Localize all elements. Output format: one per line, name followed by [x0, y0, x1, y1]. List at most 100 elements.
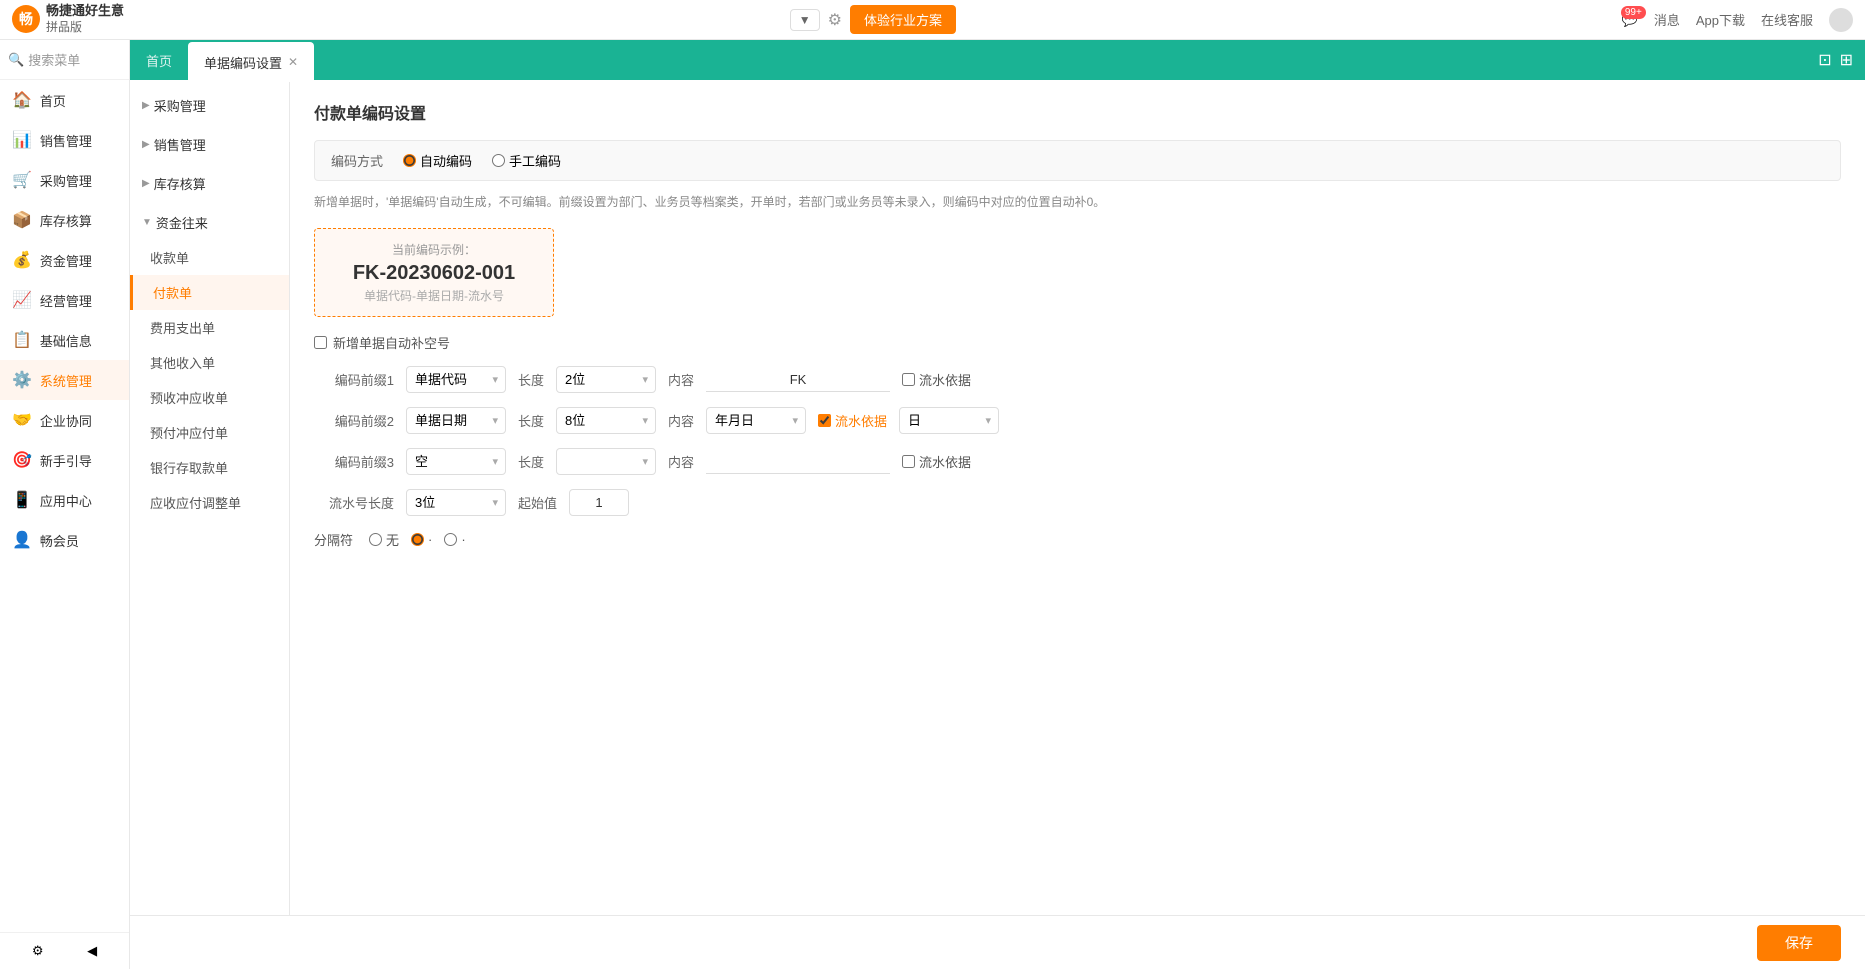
save-button[interactable]: 保存: [1757, 925, 1841, 961]
separator-none-option[interactable]: 无: [369, 530, 399, 549]
sub-sidebar-item-other-income[interactable]: 其他收入单: [130, 345, 289, 380]
prefix-3-stream-checkbox[interactable]: [902, 455, 915, 468]
sub-sidebar-group-funds-title[interactable]: ▼ 资金往来: [130, 205, 289, 240]
sub-sidebar-item-adjust[interactable]: 应收应付调整单: [130, 485, 289, 520]
serial-length-select[interactable]: 3位: [406, 489, 506, 516]
tab-close-icon[interactable]: ✕: [288, 55, 298, 69]
prefix-3-select[interactable]: 空: [406, 448, 506, 475]
prefix-2-label: 编码前缀2: [314, 411, 394, 430]
auto-fill-label: 新增单据自动补空号: [333, 333, 450, 352]
prefix-row-2: 编码前缀2 单据日期 长度 8位 内容: [314, 407, 1841, 434]
prefix-1-length-wrap: 2位: [556, 366, 656, 393]
serial-row: 流水号长度 3位 起始值: [314, 489, 1841, 516]
prefix-1-label: 编码前缀1: [314, 370, 394, 389]
sidebar-item-apps[interactable]: 📱 应用中心: [0, 480, 129, 520]
prefix-3-length-select[interactable]: [556, 448, 656, 475]
tab-home[interactable]: 首页: [130, 40, 188, 80]
arrow-down-icon: ▼: [142, 217, 152, 228]
prefix-3-stream-check[interactable]: 流水依据: [902, 452, 971, 471]
app-download[interactable]: App下载: [1696, 10, 1745, 29]
prefix-2-stream-check[interactable]: 流水依据: [818, 411, 887, 430]
operations-icon: 📈: [12, 290, 32, 310]
sub-sidebar-item-payment[interactable]: 付款单: [130, 275, 289, 310]
form-content: 付款单编码设置 编码方式 自动编码 手工编码 新增单据时，'单据编码'自动生成，…: [290, 80, 1865, 915]
separator-none-radio[interactable]: [369, 533, 382, 546]
prefix-3-content-input[interactable]: [706, 450, 890, 474]
prefix-1-stream-checkbox[interactable]: [902, 373, 915, 386]
sub-sidebar-item-receipt[interactable]: 收款单: [130, 240, 289, 275]
serial-start-input[interactable]: [569, 489, 629, 516]
sub-sidebar-item-pre-payment[interactable]: 预付冲应付单: [130, 415, 289, 450]
prefix-2-stream-checkbox[interactable]: [818, 414, 831, 427]
sidebar-item-inventory[interactable]: 📦 库存核算: [0, 200, 129, 240]
system-icon: ⚙️: [12, 370, 32, 390]
sidebar-item-basic-info[interactable]: 📋 基础信息: [0, 320, 129, 360]
dropdown-button[interactable]: ▼: [790, 9, 820, 31]
prefix-2-select[interactable]: 单据日期: [406, 407, 506, 434]
separator-dot-radio[interactable]: [411, 533, 424, 546]
code-preview-label: 当前编码示例：: [335, 241, 533, 258]
brand-text: 畅捷通好生意 拼品版: [46, 3, 124, 35]
manual-encode-option[interactable]: 手工编码: [492, 151, 561, 170]
sub-sidebar-group-sales-title[interactable]: ▶ 销售管理: [130, 127, 289, 162]
user-avatar[interactable]: [1829, 8, 1853, 32]
page-title: 付款单编码设置: [314, 100, 1841, 124]
serial-length-label: 流水号长度: [314, 493, 394, 512]
manual-encode-radio[interactable]: [492, 154, 505, 167]
page-layout: ▶ 采购管理 ▶ 销售管理 ▶ 库存核算: [130, 80, 1865, 915]
collapse-icon[interactable]: ◀: [87, 943, 97, 959]
sidebar-item-operations[interactable]: 📈 经营管理: [0, 280, 129, 320]
settings-icon[interactable]: ⚙: [32, 943, 44, 959]
separator-dash-radio[interactable]: [444, 533, 457, 546]
sidebar-item-home[interactable]: 🏠 首页: [0, 80, 129, 120]
prefix-3-select-wrap: 空: [406, 448, 506, 475]
prefix-2-stream-dropdown[interactable]: 日: [899, 407, 999, 434]
auto-fill-checkbox[interactable]: [314, 336, 327, 349]
enterprise-icon: 🤝: [12, 410, 32, 430]
code-preview-value: FK-20230602-001: [335, 262, 533, 285]
sales-icon: 📊: [12, 130, 32, 150]
auto-encode-radio[interactable]: [403, 154, 416, 167]
sidebar-item-guide[interactable]: 🎯 新手引导: [0, 440, 129, 480]
prefix-1-length-select[interactable]: 2位: [556, 366, 656, 393]
prefix-2-content-select[interactable]: 年月日: [706, 407, 806, 434]
sidebar-search[interactable]: 🔍 搜索菜单: [0, 40, 129, 80]
trial-button[interactable]: 体验行业方案: [850, 5, 956, 34]
auto-encode-option[interactable]: 自动编码: [403, 151, 472, 170]
separator-dot-option[interactable]: ·: [411, 532, 432, 547]
sidebar-item-system[interactable]: ⚙️ 系统管理: [0, 360, 129, 400]
brand: 畅 畅捷通好生意 拼品版: [12, 3, 124, 35]
sidebar-item-members[interactable]: 👤 畅会员: [0, 520, 129, 560]
info-text: 新增单据时，'单据编码'自动生成，不可编辑。前缀设置为部门、业务员等档案类，开单…: [314, 193, 1841, 212]
arrow-right-icon: ▶: [142, 139, 150, 150]
sub-sidebar-group-purchase-title[interactable]: ▶ 采购管理: [130, 88, 289, 123]
tab-minimize-icon[interactable]: ⊡: [1818, 50, 1831, 70]
sub-sidebar-group-purchase: ▶ 采购管理: [130, 88, 289, 123]
prefix-2-content-wrap: 年月日: [706, 407, 806, 434]
prefix-3-label: 编码前缀3: [314, 452, 394, 471]
sidebar-item-sales[interactable]: 📊 销售管理: [0, 120, 129, 160]
gear-icon[interactable]: ⚙: [828, 10, 842, 30]
tab-maximize-icon[interactable]: ⊞: [1840, 50, 1853, 70]
code-preview-desc: 单据代码-单据日期-流水号: [335, 287, 533, 304]
online-service[interactable]: 在线客服: [1761, 10, 1813, 29]
message-label[interactable]: 消息: [1654, 10, 1680, 29]
sidebar-item-enterprise[interactable]: 🤝 企业协同: [0, 400, 129, 440]
separator-dash-option[interactable]: ·: [444, 532, 465, 547]
members-icon: 👤: [12, 530, 32, 550]
prefix-1-content-input[interactable]: [706, 368, 890, 392]
sub-sidebar-group-inventory-title[interactable]: ▶ 库存核算: [130, 166, 289, 201]
sub-sidebar-item-bank[interactable]: 银行存取款单: [130, 450, 289, 485]
sub-sidebar-group-funds: ▼ 资金往来 收款单 付款单 费用支出单 其他收入单: [130, 205, 289, 520]
sidebar-item-finance[interactable]: 💰 资金管理: [0, 240, 129, 280]
top-bar-middle: ▼ ⚙ 体验行业方案: [790, 5, 956, 34]
prefix-1-select[interactable]: 单据代码: [406, 366, 506, 393]
prefix-1-stream-check[interactable]: 流水依据: [902, 370, 971, 389]
message-icon[interactable]: 💬 99+: [1622, 12, 1638, 28]
sub-sidebar-item-pre-receipt[interactable]: 预收冲应收单: [130, 380, 289, 415]
sub-sidebar-item-expense[interactable]: 费用支出单: [130, 310, 289, 345]
prefix-3-length-label: 长度: [518, 452, 544, 471]
prefix-2-length-select[interactable]: 8位: [556, 407, 656, 434]
tab-encoding[interactable]: 单据编码设置 ✕: [188, 42, 314, 82]
sidebar-item-purchase[interactable]: 🛒 采购管理: [0, 160, 129, 200]
